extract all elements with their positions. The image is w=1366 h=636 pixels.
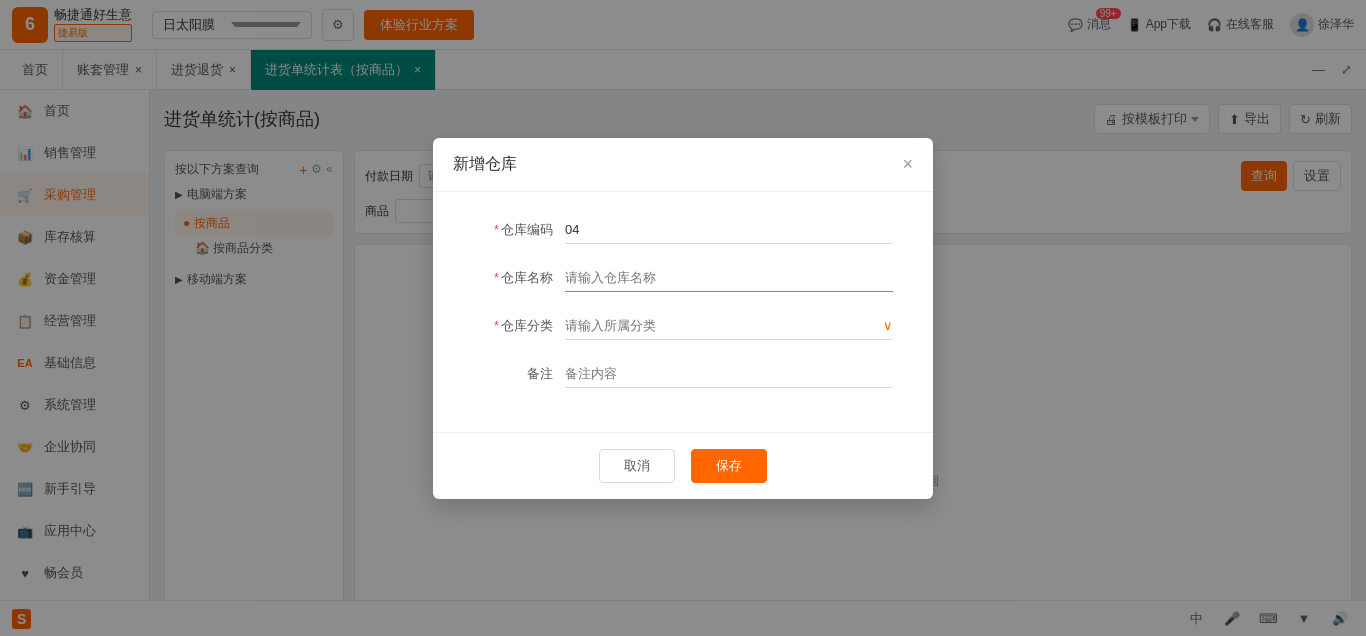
save-button[interactable]: 保存	[691, 449, 767, 483]
name-row: 仓库名称	[473, 264, 893, 292]
category-label: 仓库分类	[473, 317, 553, 335]
modal-header: 新增仓库 ×	[433, 138, 933, 192]
category-select-wrapper: ∨	[565, 312, 893, 340]
category-row: 仓库分类 ∨	[473, 312, 893, 340]
add-warehouse-modal: 新增仓库 × 仓库编码 仓库名称 仓库分类 ∨	[433, 138, 933, 499]
remark-label: 备注	[473, 365, 553, 383]
name-label: 仓库名称	[473, 269, 553, 287]
category-dropdown-icon[interactable]: ∨	[883, 318, 893, 333]
category-input[interactable]	[565, 318, 883, 333]
modal-footer: 取消 保存	[433, 432, 933, 499]
name-input[interactable]	[565, 264, 893, 292]
code-label: 仓库编码	[473, 221, 553, 239]
code-input[interactable]	[565, 216, 893, 244]
modal-close-button[interactable]: ×	[902, 155, 913, 173]
remark-input[interactable]	[565, 360, 893, 388]
code-row: 仓库编码	[473, 216, 893, 244]
modal-title: 新增仓库	[453, 154, 517, 175]
remark-row: 备注	[473, 360, 893, 388]
modal-overlay: 新增仓库 × 仓库编码 仓库名称 仓库分类 ∨	[0, 0, 1366, 636]
cancel-button[interactable]: 取消	[599, 449, 675, 483]
modal-body: 仓库编码 仓库名称 仓库分类 ∨ 备注	[433, 192, 933, 432]
